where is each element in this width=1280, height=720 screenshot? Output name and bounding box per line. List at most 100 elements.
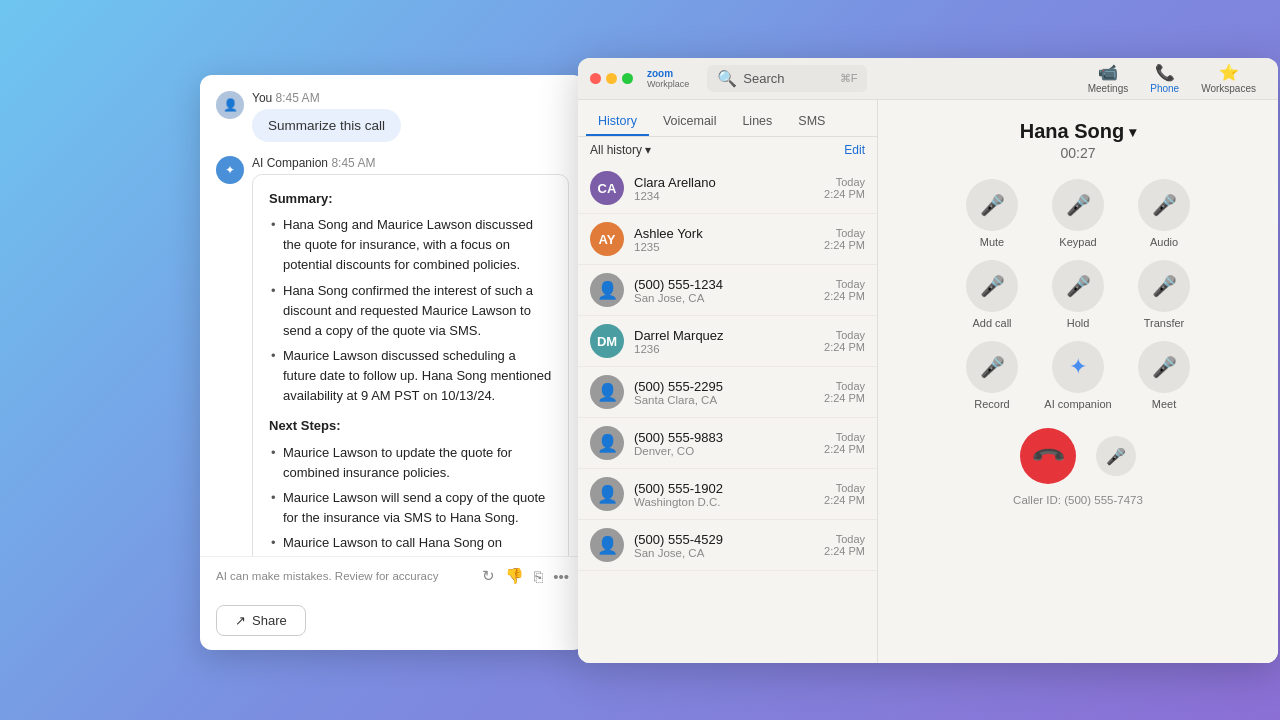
user-meta: You 8:45 AM <box>252 91 401 105</box>
contact-time-5: Today 2:24 PM <box>824 431 865 455</box>
tab-lines[interactable]: Lines <box>730 108 784 136</box>
mute-small-button[interactable]: 🎤 <box>1096 436 1136 476</box>
history-item-5[interactable]: 👤 (500) 555-9883 Denver, CO Today 2:24 P… <box>578 418 877 469</box>
zoom-nav: 📹 Meetings 📞 Phone ⭐ Workspaces <box>1078 61 1266 96</box>
contact-avatar-4: 👤 <box>590 375 624 409</box>
user-bubble: Summarize this call <box>252 109 401 142</box>
mic-small-icon: 🎤 <box>1106 447 1126 466</box>
hold-icon-circle: 🎤 <box>1052 260 1104 312</box>
search-icon: 🔍 <box>717 69 737 88</box>
history-tabs: History Voicemail Lines SMS <box>578 100 877 137</box>
share-icon: ↗ <box>235 613 246 628</box>
contact-info-4: (500) 555-2295 Santa Clara, CA <box>634 379 814 406</box>
contact-time-2: Today 2:24 PM <box>824 278 865 302</box>
chat-messages: 👤 You 8:45 AM Summarize this call ✦ AI C… <box>200 75 585 556</box>
traffic-lights <box>590 73 633 84</box>
user-message-row: 👤 You 8:45 AM Summarize this call <box>216 91 569 142</box>
zoom-titlebar: zoom Workplace 🔍 Search ⌘F 📹 Meetings 📞 … <box>578 58 1278 100</box>
meet-button[interactable]: 🎤 Meet <box>1129 341 1199 410</box>
call-buttons-grid: 🎤 Mute 🎤 Keypad 🎤 Audio 🎤 Add call <box>957 179 1199 410</box>
copy-icon[interactable]: ⎘ <box>534 568 543 585</box>
keypad-icon-circle: 🎤 <box>1052 179 1104 231</box>
ai-message-row: ✦ AI Companion 8:45 AM Summary: Hana Son… <box>216 156 569 556</box>
transfer-icon-circle: 🎤 <box>1138 260 1190 312</box>
maximize-button[interactable] <box>622 73 633 84</box>
contact-avatar-7: 👤 <box>590 528 624 562</box>
zoom-body: History Voicemail Lines SMS All history … <box>578 100 1278 663</box>
zoom-logo: zoom Workplace <box>647 69 689 89</box>
share-button[interactable]: ↗ Share <box>216 605 306 636</box>
meetings-icon: 📹 <box>1098 63 1118 82</box>
contact-info-5: (500) 555-9883 Denver, CO <box>634 430 814 457</box>
chat-panel: 👤 You 8:45 AM Summarize this call ✦ AI C… <box>200 75 585 650</box>
hold-button[interactable]: 🎤 Hold <box>1043 260 1113 329</box>
zoom-panel: zoom Workplace 🔍 Search ⌘F 📹 Meetings 📞 … <box>578 58 1278 663</box>
all-history-filter[interactable]: All history ▾ <box>590 143 651 157</box>
contact-info-7: (500) 555-4529 San Jose, CA <box>634 532 814 559</box>
end-call-button[interactable]: 📞 <box>1020 428 1076 484</box>
phone-icon: 📞 <box>1155 63 1175 82</box>
history-item-4[interactable]: 👤 (500) 555-2295 Santa Clara, CA Today 2… <box>578 367 877 418</box>
history-item-0[interactable]: CA Clara Arellano 1234 Today 2:24 PM <box>578 163 877 214</box>
ai-companion-button[interactable]: ✦ AI companion <box>1043 341 1113 410</box>
keypad-button[interactable]: 🎤 Keypad <box>1043 179 1113 248</box>
next-step-item: Maurice Lawson to call Hana Song on sche… <box>269 533 552 556</box>
contact-info-3: Darrel Marquez 1236 <box>634 328 814 355</box>
search-bar[interactable]: 🔍 Search ⌘F <box>707 65 867 92</box>
caller-name: Hana Song ▾ <box>1020 120 1136 143</box>
contact-time-3: Today 2:24 PM <box>824 329 865 353</box>
nav-workspaces[interactable]: ⭐ Workspaces <box>1191 61 1266 96</box>
meet-icon-circle: 🎤 <box>1138 341 1190 393</box>
contact-time-1: Today 2:24 PM <box>824 227 865 251</box>
add-call-icon-circle: 🎤 <box>966 260 1018 312</box>
transfer-button[interactable]: 🎤 Transfer <box>1129 260 1199 329</box>
close-button[interactable] <box>590 73 601 84</box>
mute-button[interactable]: 🎤 Mute <box>957 179 1027 248</box>
caller-id: Caller ID: (500) 555-7473 <box>1013 494 1143 506</box>
tab-sms[interactable]: SMS <box>786 108 837 136</box>
contact-avatar-1: AY <box>590 222 624 256</box>
summary-box: Summary: Hana Song and Maurice Lawson di… <box>252 174 569 556</box>
call-duration: 00:27 <box>1060 145 1095 161</box>
contact-time-0: Today 2:24 PM <box>824 176 865 200</box>
contact-info-6: (500) 555-1902 Washington D.C. <box>634 481 814 508</box>
edit-button[interactable]: Edit <box>844 143 865 157</box>
record-icon-circle: 🎤 <box>966 341 1018 393</box>
history-list: CA Clara Arellano 1234 Today 2:24 PM AY … <box>578 163 877 663</box>
history-item-2[interactable]: 👤 (500) 555-1234 San Jose, CA Today 2:24… <box>578 265 877 316</box>
history-item-1[interactable]: AY Ashlee York 1235 Today 2:24 PM <box>578 214 877 265</box>
more-icon[interactable]: ••• <box>553 568 569 585</box>
refresh-icon[interactable]: ↻ <box>482 567 495 585</box>
summary-list: Hana Song and Maurice Lawson discussed t… <box>269 215 552 406</box>
chevron-down-icon: ▾ <box>645 143 651 157</box>
summary-item: Hana Song confirmed the interest of such… <box>269 281 552 341</box>
workspaces-icon: ⭐ <box>1219 63 1239 82</box>
search-label: Search <box>743 71 784 86</box>
history-item-6[interactable]: 👤 (500) 555-1902 Washington D.C. Today 2… <box>578 469 877 520</box>
nav-phone[interactable]: 📞 Phone <box>1140 61 1189 96</box>
record-button[interactable]: 🎤 Record <box>957 341 1027 410</box>
search-shortcut: ⌘F <box>840 72 858 85</box>
contact-time-7: Today 2:24 PM <box>824 533 865 557</box>
thumbs-down-icon[interactable]: 👎 <box>505 567 524 585</box>
add-call-button[interactable]: 🎤 Add call <box>957 260 1027 329</box>
summary-item: Maurice Lawson discussed scheduling a fu… <box>269 346 552 406</box>
chevron-down-icon: ▾ <box>1129 124 1136 140</box>
ai-spark-icon: ✦ <box>1069 354 1087 380</box>
chat-footer: AI can make mistakes. Review for accurac… <box>200 556 585 595</box>
summary-title: Summary: <box>269 189 552 209</box>
user-avatar: 👤 <box>216 91 244 119</box>
contact-avatar-5: 👤 <box>590 426 624 460</box>
footer-disclaimer: AI can make mistakes. Review for accurac… <box>216 570 438 582</box>
end-call-icon: 📞 <box>1029 437 1066 474</box>
next-steps-list: Maurice Lawson to update the quote for c… <box>269 443 552 556</box>
audio-button[interactable]: 🎤 Audio <box>1129 179 1199 248</box>
history-item-3[interactable]: DM Darrel Marquez 1236 Today 2:24 PM <box>578 316 877 367</box>
contact-time-4: Today 2:24 PM <box>824 380 865 404</box>
tab-voicemail[interactable]: Voicemail <box>651 108 729 136</box>
history-panel: History Voicemail Lines SMS All history … <box>578 100 878 663</box>
minimize-button[interactable] <box>606 73 617 84</box>
nav-meetings[interactable]: 📹 Meetings <box>1078 61 1139 96</box>
history-item-7[interactable]: 👤 (500) 555-4529 San Jose, CA Today 2:24… <box>578 520 877 571</box>
tab-history[interactable]: History <box>586 108 649 136</box>
